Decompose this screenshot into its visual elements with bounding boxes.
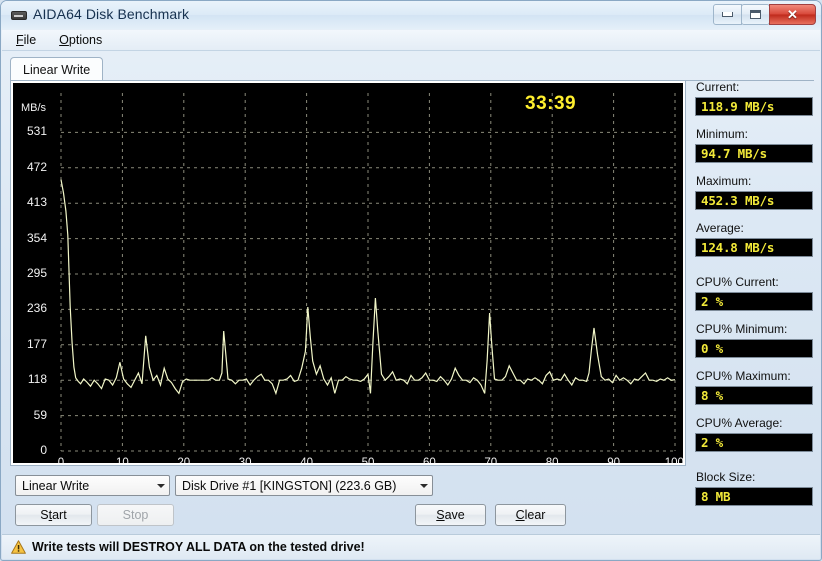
stop-button: Stop — [97, 504, 174, 526]
stat-value-box-8: 8 MB — [695, 487, 813, 506]
save-button[interactable]: Save — [415, 504, 486, 526]
stat-value-box-4: 2 % — [695, 292, 813, 311]
save-button-label: Save — [436, 508, 465, 522]
clear-button[interactable]: Clear — [495, 504, 566, 526]
stat-value-0: 118.9 MB/s — [701, 99, 775, 114]
stat-label-3: Average: — [696, 221, 744, 235]
menu-item-options-label: ptions — [68, 33, 103, 47]
stat-value-box-6: 8 % — [695, 386, 813, 405]
maximize-button[interactable] — [741, 4, 770, 25]
chart-y-tick-0: 531 — [26, 124, 47, 139]
close-icon: ✕ — [787, 7, 798, 22]
chart-x-tick-0: 0 — [57, 457, 65, 463]
chart-y-tick-4: 295 — [26, 266, 47, 280]
chart-y-tick-1: 472 — [26, 159, 47, 174]
chart-y-axis-unit: MB/s — [21, 102, 47, 115]
menu-item-file[interactable]: File — [7, 31, 45, 49]
title-bar: AIDA64 Disk Benchmark ✕ — [1, 1, 821, 29]
menu-item-options[interactable]: Options — [50, 31, 111, 49]
chart-y-tick-6: 177 — [26, 336, 47, 351]
stop-button-label: Stop — [122, 508, 149, 522]
stat-value-8: 8 MB — [701, 489, 731, 504]
test-type-value: Linear Write — [22, 478, 90, 493]
chart-y-tick-8: 59 — [33, 407, 47, 422]
stat-value-box-5: 0 % — [695, 339, 813, 358]
stat-value-1: 94.7 MB/s — [701, 146, 767, 161]
chart-x-tick-4: 40 — [300, 457, 313, 463]
stat-label-4: CPU% Current: — [696, 275, 779, 289]
chevron-down-icon[interactable] — [415, 476, 432, 495]
benchmark-chart[interactable]: MB/s 33:39 531 472 413 354 295 236 177 118 59 0 0… — [13, 83, 683, 463]
stat-value-2: 452.3 MB/s — [701, 193, 775, 208]
close-button[interactable]: ✕ — [769, 4, 816, 25]
stat-value-box-3: 124.8 MB/s — [695, 238, 813, 257]
chart-x-tick-2: 20 — [177, 457, 191, 463]
drive-value: Disk Drive #1 [KINGSTON] (223.6 GB) — [182, 478, 397, 493]
drive-combo[interactable]: Disk Drive #1 [KINGSTON] (223.6 GB) — [175, 475, 433, 496]
start-button-label: Start — [40, 508, 67, 522]
menu-item-file-label: ile — [23, 33, 37, 47]
status-bar: Write tests will DESTROY ALL DATA on the… — [2, 534, 820, 559]
chevron-down-icon[interactable] — [152, 476, 169, 495]
chart-x-tick-7: 70 — [484, 457, 498, 463]
minimize-button[interactable] — [713, 4, 742, 25]
aida64-disk-benchmark-window: AIDA64 Disk Benchmark ✕ File Options Lin… — [0, 0, 822, 561]
stat-value-box-0: 118.9 MB/s — [695, 97, 813, 116]
stat-value-box-2: 452.3 MB/s — [695, 191, 813, 210]
elapsed-timer: 33:39 — [525, 93, 577, 114]
stat-gap — [695, 268, 813, 275]
stat-value-5: 0 % — [701, 341, 723, 356]
start-button[interactable]: Start — [15, 504, 92, 526]
stats-sidebar: Current: 118.9 MB/s Minimum: 94.7 MB/s Maxim… — [695, 80, 813, 517]
chart-x-tick-5: 50 — [361, 457, 375, 463]
stat-value-box-7: 2 % — [695, 433, 813, 452]
stat-value-3: 124.8 MB/s — [701, 240, 775, 255]
chart-x-tick-10: 100 % — [664, 457, 683, 463]
chart-y-tick-5: 236 — [26, 301, 47, 316]
stat-label-7: CPU% Average: — [696, 416, 783, 430]
stat-label-8: Block Size: — [696, 470, 756, 484]
chart-y-tick-9: 0 — [40, 443, 47, 457]
chart-canvas — [60, 93, 676, 452]
stat-label-5: CPU% Minimum: — [696, 322, 788, 336]
chart-x-tick-6: 60 — [422, 457, 436, 463]
chart-x-tick-9: 90 — [607, 457, 620, 463]
chart-x-tick-3: 30 — [238, 457, 252, 463]
warning-triangle-icon — [11, 540, 26, 554]
chart-x-tick-1: 10 — [115, 457, 129, 463]
tab-linear-write-label: Linear Write — [23, 62, 91, 77]
chart-y-tick-2: 413 — [26, 195, 47, 210]
chart-y-tick-7: 118 — [27, 372, 47, 387]
maximize-icon — [750, 10, 761, 19]
window-controls: ✕ — [713, 4, 816, 25]
stat-value-4: 2 % — [701, 294, 723, 309]
stat-value-6: 8 % — [701, 388, 723, 403]
chart-y-tick-3: 354 — [26, 230, 47, 245]
stat-value-7: 2 % — [701, 435, 723, 450]
stat-value-box-1: 94.7 MB/s — [695, 144, 813, 163]
clear-button-label: Clear — [515, 508, 546, 522]
stat-gap — [695, 463, 813, 470]
disk-drive-icon — [11, 10, 27, 21]
tab-strip: Linear Write — [10, 57, 814, 81]
menu-bar: File Options — [2, 30, 820, 51]
tab-linear-write[interactable]: Linear Write — [10, 57, 104, 81]
chart-panel: MB/s 33:39 531 472 413 354 295 236 177 118 59 0 0… — [10, 80, 686, 466]
stat-label-2: Maximum: — [696, 174, 752, 188]
stat-label-1: Minimum: — [696, 127, 749, 141]
stat-label-0: Current: — [696, 80, 740, 94]
test-type-combo[interactable]: Linear Write — [15, 475, 170, 496]
chart-x-tick-8: 80 — [545, 457, 559, 463]
status-message: Write tests will DESTROY ALL DATA on the… — [32, 540, 365, 554]
minimize-icon — [722, 12, 733, 17]
window-title: AIDA64 Disk Benchmark — [33, 6, 190, 22]
stat-label-6: CPU% Maximum: — [696, 369, 791, 383]
